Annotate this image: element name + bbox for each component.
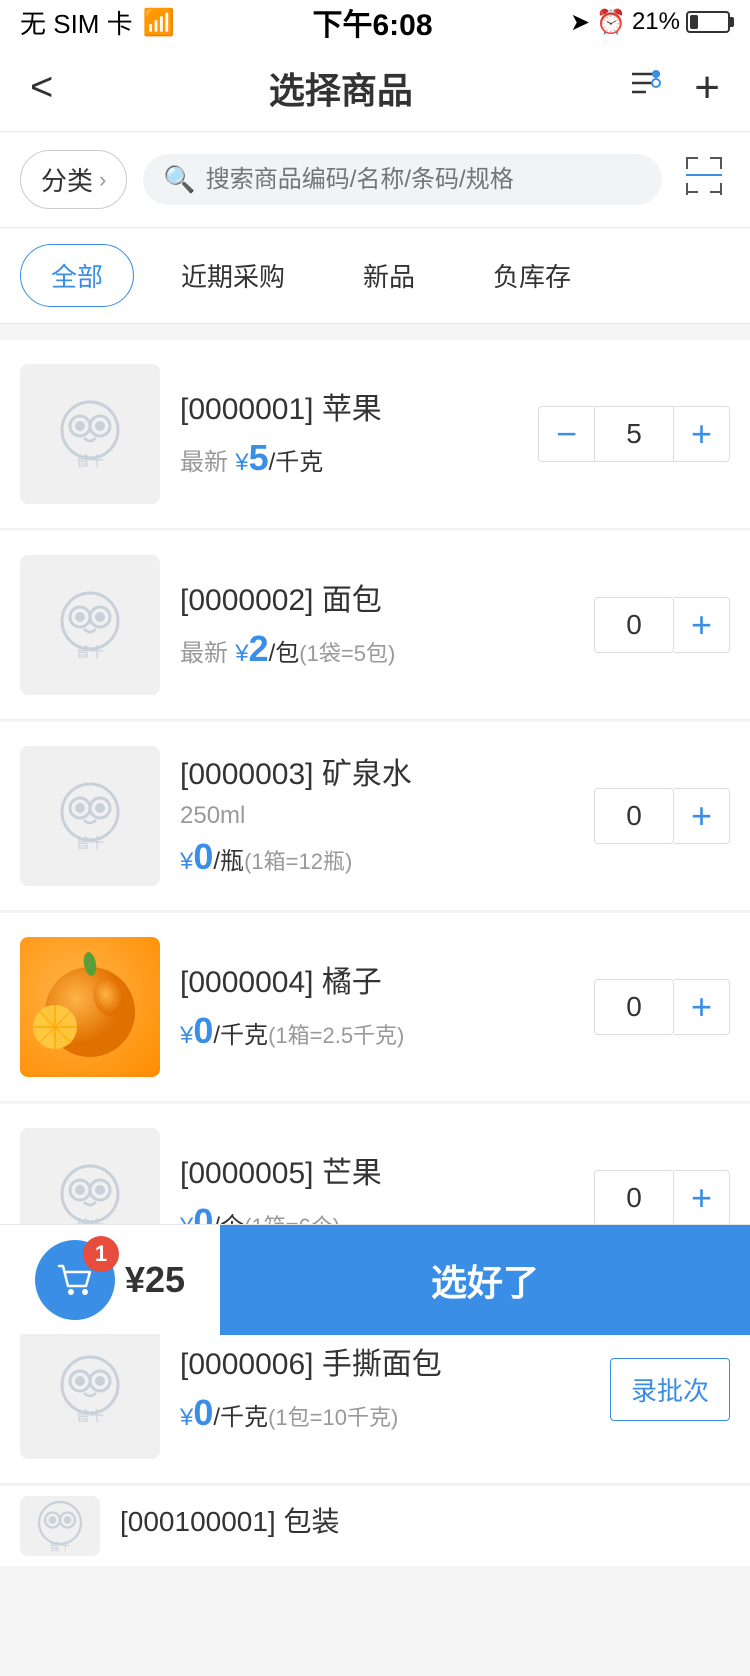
owl-logo-icon: 普十 (20, 364, 160, 504)
qty-plus-button-4[interactable]: + (674, 979, 730, 1035)
qty-input-3[interactable] (594, 788, 674, 844)
page-title: 选择商品 (269, 62, 413, 114)
product-info-4: [0000004] 橘子 ¥0/千克(1箱=2.5千克) (180, 963, 574, 1052)
product-image-6: 普十 (20, 1319, 160, 1459)
product-info-1: [0000001] 苹果 最新 ¥5/千克 (180, 390, 518, 479)
tab-negative-stock[interactable]: 负库存 (462, 244, 602, 307)
cart-button[interactable]: 1 (35, 1240, 115, 1320)
product-item: [0000004] 橘子 ¥0/千克(1箱=2.5千克) + (0, 913, 750, 1102)
product-price-6: ¥0/千克(1包=10千克) (180, 1392, 590, 1434)
qty-plus-button-1[interactable]: + (674, 406, 730, 462)
qty-plus-button-3[interactable]: + (674, 788, 730, 844)
scan-button[interactable] (678, 153, 730, 206)
product-list: 普十 [0000001] 苹果 最新 ¥5/千克 − + (0, 340, 750, 1566)
status-left: 无 SIM 卡 📶 (20, 4, 175, 41)
svg-text:普十: 普十 (76, 453, 104, 469)
product-item-partial: 普十 [000100001] 包装 (0, 1486, 750, 1566)
qty-control-5: + (594, 1170, 730, 1226)
qty-control-3: + (594, 788, 730, 844)
location-icon: ➤ (570, 8, 590, 37)
product-name-3: [0000003] 矿泉水 (180, 755, 574, 794)
alarm-icon: ⏰ (596, 8, 626, 37)
confirm-button[interactable]: 选好了 (220, 1225, 750, 1335)
battery-icon (686, 11, 730, 33)
header: < 选择商品 + (0, 44, 750, 132)
batch-record-button-6[interactable]: 录批次 (610, 1358, 730, 1421)
svg-text:普十: 普十 (76, 835, 104, 851)
search-bar: 分类 › 🔍 (0, 132, 750, 228)
tab-bar: 全部 近期采购 新品 负库存 (0, 228, 750, 324)
qty-control-1: − + (538, 406, 730, 462)
bottom-bar: 1 ¥25 选好了 (0, 1224, 750, 1334)
product-item: 普十 [0000003] 矿泉水 250ml ¥0/瓶(1箱=12瓶) + (0, 722, 750, 911)
product-item: 普十 [0000002] 面包 最新 ¥2/包(1袋=5包) + (0, 531, 750, 720)
qty-plus-button-5[interactable]: + (674, 1170, 730, 1226)
svg-text:普十: 普十 (76, 1408, 104, 1424)
qty-control-2: + (594, 597, 730, 653)
status-bar: 无 SIM 卡 📶 下午6:08 ➤ ⏰ 21% (0, 0, 750, 44)
tab-new-products[interactable]: 新品 (332, 244, 446, 307)
qty-input-1[interactable] (594, 406, 674, 462)
qty-plus-button-2[interactable]: + (674, 597, 730, 653)
product-info-2: [0000002] 面包 最新 ¥2/包(1袋=5包) (180, 581, 574, 670)
battery-label: 21% (632, 8, 680, 36)
product-name-4: [0000004] 橘子 (180, 963, 574, 1002)
qty-input-5[interactable] (594, 1170, 674, 1226)
product-name-6: [0000006] 手撕面包 (180, 1345, 590, 1384)
divider (0, 324, 750, 340)
status-right: ➤ ⏰ 21% (570, 8, 730, 37)
header-actions: + (628, 63, 720, 113)
svg-text:普十: 普十 (76, 644, 104, 660)
product-image-1: 普十 (20, 364, 160, 504)
wifi-icon: 📶 (143, 7, 175, 38)
product-image-3: 普十 (20, 746, 160, 886)
qty-input-2[interactable] (594, 597, 674, 653)
tab-recent-purchase[interactable]: 近期采购 (150, 244, 316, 307)
svg-text:普十: 普十 (50, 1540, 71, 1553)
category-button[interactable]: 分类 › (20, 150, 127, 209)
product-info-7: [000100001] 包装 (120, 1504, 730, 1548)
owl-logo-icon: 普十 (20, 1319, 160, 1459)
qty-minus-button-1[interactable]: − (538, 406, 594, 462)
tab-all[interactable]: 全部 (20, 244, 134, 307)
product-price-1: 最新 ¥5/千克 (180, 437, 518, 479)
cart-badge: 1 (83, 1236, 119, 1272)
product-price-4: ¥0/千克(1箱=2.5千克) (180, 1010, 574, 1052)
product-spec-3: 250ml (180, 802, 574, 830)
chevron-right-icon: › (99, 167, 106, 193)
search-input[interactable] (206, 166, 642, 194)
cart-area: 1 ¥25 (0, 1240, 220, 1320)
product-name-5: [0000005] 芒果 (180, 1154, 574, 1193)
product-image-4 (20, 937, 160, 1077)
qty-control-4: + (594, 979, 730, 1035)
owl-logo-icon: 普十 (20, 1496, 100, 1556)
search-icon: 🔍 (163, 164, 195, 195)
back-button[interactable]: < (30, 65, 53, 110)
filter-icon[interactable] (628, 65, 664, 110)
product-price-2: 最新 ¥2/包(1袋=5包) (180, 628, 574, 670)
carrier-label: 无 SIM 卡 (20, 4, 133, 41)
owl-logo-icon: 普十 (20, 746, 160, 886)
qty-input-4[interactable] (594, 979, 674, 1035)
add-button[interactable]: + (694, 63, 720, 113)
product-price-3: ¥0/瓶(1箱=12瓶) (180, 836, 574, 878)
product-name-7: [000100001] 包装 (120, 1504, 730, 1540)
product-image-2: 普十 (20, 555, 160, 695)
search-field-wrap[interactable]: 🔍 (143, 154, 662, 205)
product-info-3: [0000003] 矿泉水 250ml ¥0/瓶(1箱=12瓶) (180, 755, 574, 878)
product-name-2: [0000002] 面包 (180, 581, 574, 620)
product-info-6: [0000006] 手撕面包 ¥0/千克(1包=10千克) (180, 1345, 590, 1434)
bottom-spacer (0, 1566, 750, 1676)
status-time: 下午6:08 (312, 0, 432, 44)
owl-logo-icon: 普十 (20, 555, 160, 695)
product-image-7: 普十 (20, 1496, 100, 1556)
product-item: 普十 [0000001] 苹果 最新 ¥5/千克 − + (0, 340, 750, 529)
product-name-1: [0000001] 苹果 (180, 390, 518, 429)
cart-total: ¥25 (125, 1259, 185, 1301)
